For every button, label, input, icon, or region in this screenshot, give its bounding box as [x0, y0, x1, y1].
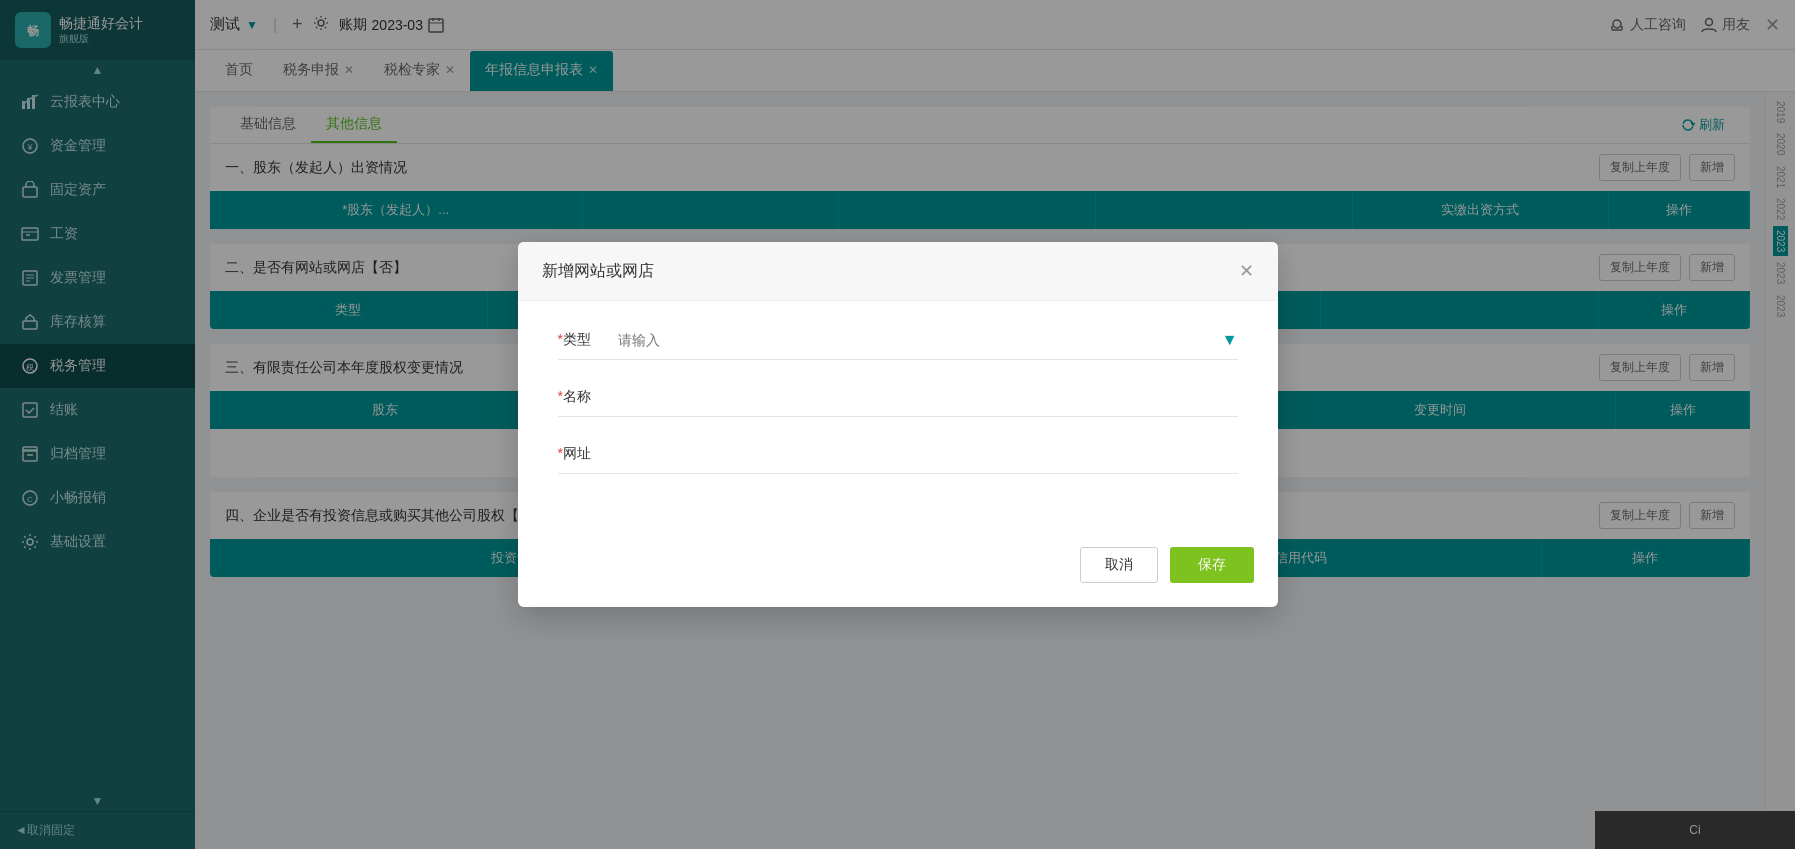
name-label-text: 名称	[563, 388, 591, 404]
modal-overlay[interactable]: 新增网站或网店 ✕ *类型 ▼ *名称	[0, 0, 1795, 849]
url-label-text: 网址	[563, 445, 591, 461]
url-label: *网址	[558, 445, 618, 463]
url-input[interactable]	[618, 446, 1238, 462]
dropdown-arrow-icon: ▼	[1222, 331, 1238, 349]
form-item-name: *名称	[558, 388, 1238, 417]
name-label: *名称	[558, 388, 618, 406]
name-input[interactable]	[618, 389, 1238, 405]
form-item-url: *网址	[558, 445, 1238, 474]
modal-header: 新增网站或网店 ✕	[518, 242, 1278, 301]
form-item-type: *类型 ▼	[558, 331, 1238, 360]
modal-close-button[interactable]: ✕	[1239, 260, 1254, 282]
modal-body: *类型 ▼ *名称 *网址	[518, 301, 1278, 532]
save-button[interactable]: 保存	[1170, 547, 1254, 583]
type-input[interactable]	[618, 332, 1238, 348]
type-label-text: 类型	[563, 331, 591, 347]
cancel-button[interactable]: 取消	[1080, 547, 1158, 583]
type-label: *类型	[558, 331, 618, 349]
add-website-modal: 新增网站或网店 ✕ *类型 ▼ *名称	[518, 242, 1278, 607]
modal-title: 新增网站或网店	[542, 261, 654, 282]
type-select-wrapper: ▼	[618, 332, 1238, 348]
modal-footer: 取消 保存	[518, 532, 1278, 607]
